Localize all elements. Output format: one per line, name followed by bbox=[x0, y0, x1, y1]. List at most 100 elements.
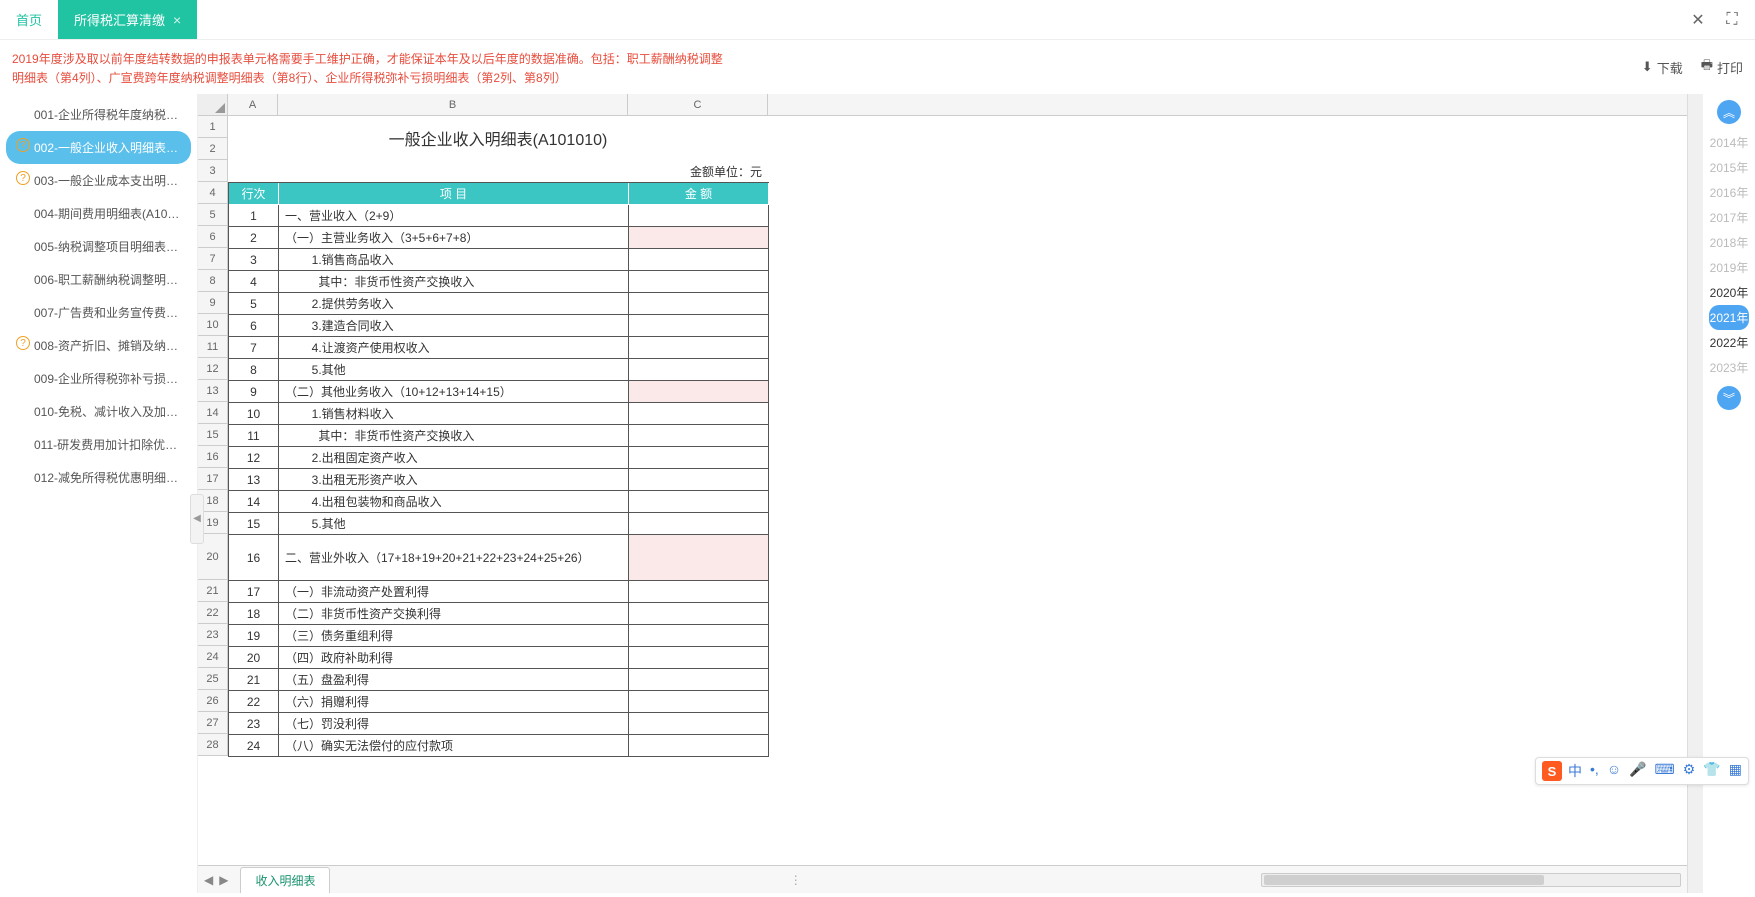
year-2020年[interactable]: 2020年 bbox=[1709, 280, 1749, 305]
row-number[interactable]: 26 bbox=[198, 690, 228, 712]
row-number[interactable]: 8 bbox=[198, 270, 228, 292]
row-number[interactable]: 25 bbox=[198, 668, 228, 690]
col-header-A[interactable]: A bbox=[228, 94, 278, 115]
cell-amount[interactable] bbox=[629, 669, 769, 691]
sidebar-item-12[interactable]: 012-减免所得税优惠明细表(... bbox=[6, 461, 191, 494]
row-number[interactable]: 22 bbox=[198, 602, 228, 624]
cell-amount[interactable] bbox=[629, 315, 769, 337]
col-header-C[interactable]: C bbox=[628, 94, 768, 115]
year-scroll-down-icon[interactable]: ︾ bbox=[1717, 386, 1741, 410]
ime-item-5[interactable]: ⚙ bbox=[1683, 761, 1696, 781]
row-number[interactable]: 12 bbox=[198, 358, 228, 380]
year-2021年[interactable]: 2021年 bbox=[1709, 305, 1749, 330]
help-icon[interactable]: ? bbox=[16, 171, 30, 185]
cell-amount[interactable] bbox=[629, 249, 769, 271]
sidebar-item-4[interactable]: 004-期间费用明细表(A1040... bbox=[6, 197, 191, 230]
cell-amount[interactable] bbox=[629, 359, 769, 381]
row-number[interactable]: 13 bbox=[198, 380, 228, 402]
row-number[interactable]: 24 bbox=[198, 646, 228, 668]
cell-amount[interactable] bbox=[629, 691, 769, 713]
sidebar-item-2[interactable]: ?002-一般企业收入明细表(A1... bbox=[6, 131, 191, 164]
ime-item-3[interactable]: 🎤 bbox=[1629, 761, 1646, 781]
grid-scroll-area[interactable]: A B C 1234567891011121314151617181920212… bbox=[198, 94, 1687, 865]
row-number[interactable]: 9 bbox=[198, 292, 228, 314]
sidebar-item-10[interactable]: 010-免税、减计收入及加计... bbox=[6, 395, 191, 428]
sidebar-item-1[interactable]: 001-企业所得税年度纳税申... bbox=[6, 98, 191, 131]
print-button[interactable]: 🖶 打印 bbox=[1701, 56, 1743, 78]
fullscreen-icon[interactable]: ⛶ bbox=[1721, 9, 1743, 31]
tab-income-tax[interactable]: 所得税汇算清缴 × bbox=[58, 0, 197, 39]
cell-amount[interactable] bbox=[629, 271, 769, 293]
ime-item-4[interactable]: ⌨ bbox=[1655, 761, 1675, 781]
ime-item-6[interactable]: 👕 bbox=[1703, 761, 1720, 781]
row-number[interactable]: 27 bbox=[198, 712, 228, 734]
cell-amount[interactable] bbox=[629, 513, 769, 535]
row-number[interactable]: 23 bbox=[198, 624, 228, 646]
cell-amount[interactable] bbox=[629, 337, 769, 359]
th-item: 项 目 bbox=[279, 183, 629, 205]
cell-amount[interactable] bbox=[629, 625, 769, 647]
year-2022年[interactable]: 2022年 bbox=[1709, 330, 1749, 355]
row-number[interactable]: 5 bbox=[198, 204, 228, 226]
sidebar-item-3[interactable]: ?003-一般企业成本支出明细... bbox=[6, 164, 191, 197]
year-scroll-up-icon[interactable]: ︽ bbox=[1717, 100, 1741, 124]
ime-toolbar[interactable]: S 中 •, ☺ 🎤 ⌨ ⚙ 👕 ▦ bbox=[1535, 757, 1749, 785]
sheet-tab-active[interactable]: 收入明细表 bbox=[240, 867, 330, 893]
col-header-B[interactable]: B bbox=[278, 94, 628, 115]
row-number[interactable]: 1 bbox=[198, 116, 228, 138]
row-number[interactable]: 6 bbox=[198, 226, 228, 248]
cell-amount[interactable] bbox=[629, 205, 769, 227]
sidebar-item-11[interactable]: 011-研发费用加计扣除优惠... bbox=[6, 428, 191, 461]
ime-item-1[interactable]: •, bbox=[1590, 761, 1599, 781]
select-all-corner[interactable] bbox=[198, 94, 228, 116]
cell-amount[interactable] bbox=[629, 647, 769, 669]
cell-item: 5.其他 bbox=[279, 359, 629, 381]
sidebar-item-5[interactable]: 005-纳税调整项目明细表(A1... bbox=[6, 230, 191, 263]
help-icon[interactable]: ? bbox=[16, 138, 30, 152]
cell-amount[interactable] bbox=[629, 735, 769, 757]
sheet-tab-more-icon[interactable]: ⋮ bbox=[784, 873, 808, 887]
row-number[interactable]: 14 bbox=[198, 402, 228, 424]
row-number[interactable]: 28 bbox=[198, 734, 228, 756]
tab-home[interactable]: 首页 bbox=[0, 0, 58, 39]
header-close-icon[interactable]: ✕ bbox=[1687, 9, 1709, 31]
sidebar-item-label: 005-纳税调整项目明细表(A1... bbox=[34, 240, 191, 254]
row-number[interactable]: 10 bbox=[198, 314, 228, 336]
cell-amount[interactable] bbox=[629, 293, 769, 315]
download-button[interactable]: ⬇ 下载 bbox=[1642, 58, 1683, 77]
row-number[interactable]: 17 bbox=[198, 468, 228, 490]
ime-logo-icon[interactable]: S bbox=[1542, 761, 1562, 781]
ime-item-2[interactable]: ☺ bbox=[1607, 761, 1621, 781]
sheet-prev-icon[interactable]: ▶ bbox=[219, 873, 228, 887]
cell-amount[interactable] bbox=[629, 381, 769, 403]
cell-amount[interactable] bbox=[629, 447, 769, 469]
ime-item-0[interactable]: 中 bbox=[1568, 761, 1582, 781]
cell-amount[interactable] bbox=[629, 713, 769, 735]
sheet-first-icon[interactable]: ◀ bbox=[204, 873, 213, 887]
sidebar-item-6[interactable]: 006-职工薪酬纳税调整明细... bbox=[6, 263, 191, 296]
row-number[interactable]: 15 bbox=[198, 424, 228, 446]
row-number[interactable]: 16 bbox=[198, 446, 228, 468]
cell-amount[interactable] bbox=[629, 469, 769, 491]
row-number[interactable]: 21 bbox=[198, 580, 228, 602]
cell-amount[interactable] bbox=[629, 581, 769, 603]
sidebar-item-7[interactable]: 007-广告费和业务宣传费跨... bbox=[6, 296, 191, 329]
row-number[interactable]: 4 bbox=[198, 182, 228, 204]
cell-amount[interactable] bbox=[629, 535, 769, 581]
row-number[interactable]: 3 bbox=[198, 160, 228, 182]
cell-amount[interactable] bbox=[629, 227, 769, 249]
sidebar-item-9[interactable]: 009-企业所得税弥补亏损明... bbox=[6, 362, 191, 395]
ime-item-7[interactable]: ▦ bbox=[1729, 761, 1742, 781]
horizontal-scrollbar[interactable] bbox=[1261, 873, 1681, 887]
sidebar-item-8[interactable]: ?008-资产折旧、摊销及纳税... bbox=[6, 329, 191, 362]
cell-amount[interactable] bbox=[629, 403, 769, 425]
cell-amount[interactable] bbox=[629, 425, 769, 447]
help-icon[interactable]: ? bbox=[16, 336, 30, 350]
close-icon[interactable]: × bbox=[173, 12, 181, 28]
row-number[interactable]: 11 bbox=[198, 336, 228, 358]
cell-amount[interactable] bbox=[629, 603, 769, 625]
row-number[interactable]: 7 bbox=[198, 248, 228, 270]
cell-amount[interactable] bbox=[629, 491, 769, 513]
sidebar-collapse-handle[interactable]: ◀ bbox=[190, 494, 204, 544]
row-number[interactable]: 2 bbox=[198, 138, 228, 160]
